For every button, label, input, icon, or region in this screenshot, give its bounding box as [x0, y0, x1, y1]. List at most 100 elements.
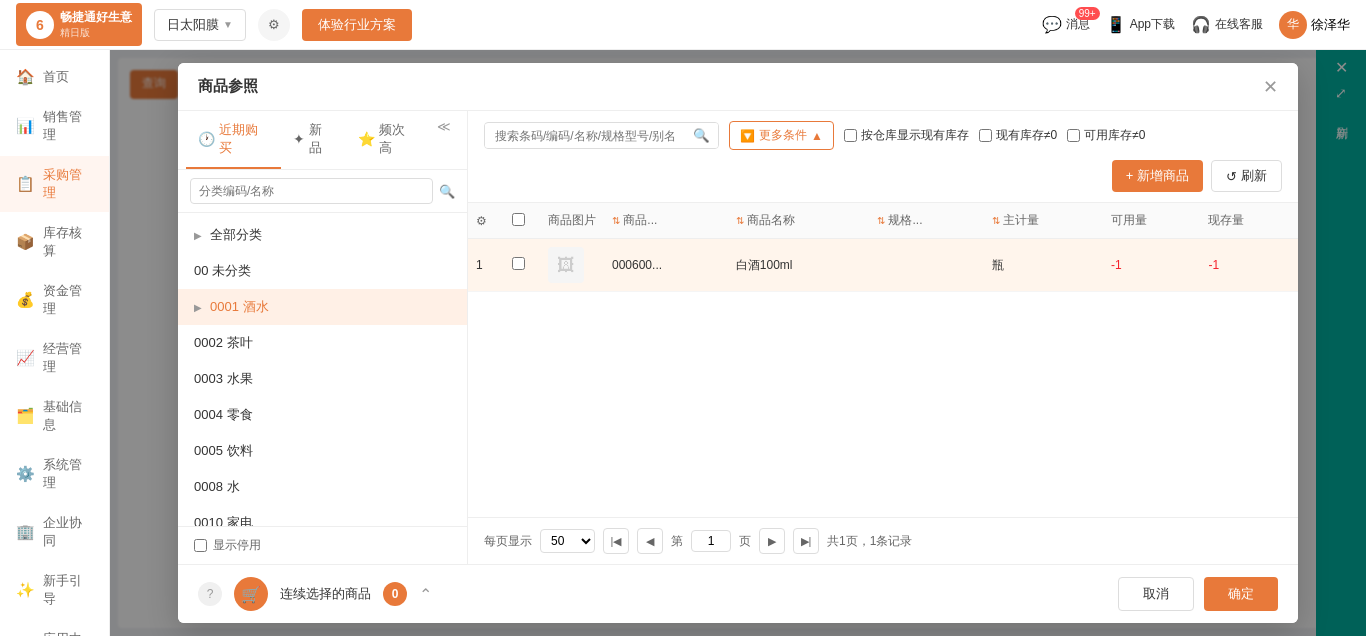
gear-icon[interactable]: ⚙ — [258, 9, 290, 41]
cat-item-0010[interactable]: 0010 家电 — [178, 505, 467, 526]
th-image: 商品图片 — [540, 203, 604, 239]
sidebar-item-label: 库存核算 — [43, 224, 93, 260]
row-name: 白酒100ml — [728, 239, 869, 292]
cat-item-all[interactable]: ▶ 全部分类 — [178, 217, 467, 253]
tab-new-product[interactable]: ✦ 新品 — [281, 111, 346, 169]
sidebar-item-label: 销售管理 — [43, 108, 93, 144]
username-label: 徐泽华 — [1311, 16, 1350, 34]
refresh-icon: ↺ — [1226, 169, 1237, 184]
th-spec[interactable]: ⇅ 规格... — [869, 203, 984, 239]
th-unit[interactable]: ⇅ 主计量 — [984, 203, 1103, 239]
stock-ne0-checkbox[interactable] — [979, 129, 992, 142]
user-info[interactable]: 华 徐泽华 — [1279, 11, 1350, 39]
sidebar-item-guide[interactable]: ✨ 新手引导 — [0, 562, 109, 618]
warehouse-stock-checkbox-label[interactable]: 按仓库显示现有库存 — [844, 127, 969, 144]
tab-recent-purchase[interactable]: 🕐 近期购买 — [186, 111, 281, 169]
table-row[interactable]: 1 🖼 000600... 白酒100ml — [468, 239, 1298, 292]
sidebar-item-purchase[interactable]: 📋 采购管理 — [0, 156, 109, 212]
sidebar-item-label: 资金管理 — [43, 282, 93, 318]
nav-dropdown[interactable]: 日太阳膜 ▼ — [154, 9, 246, 41]
cancel-button[interactable]: 取消 — [1118, 577, 1194, 611]
nav-dropdown-label: 日太阳膜 — [167, 16, 219, 34]
category-search-input[interactable] — [190, 178, 433, 204]
modal-header: 商品参照 ✕ — [178, 63, 1298, 111]
sidebar-item-enterprise[interactable]: 🏢 企业协同 — [0, 504, 109, 560]
inventory-icon: 📦 — [16, 233, 35, 251]
page-prev-button[interactable]: ◀ — [637, 528, 663, 554]
per-page-select[interactable]: 50 10 20 100 — [540, 529, 595, 553]
page-next-button[interactable]: ▶ — [759, 528, 785, 554]
cart-button[interactable]: 🛒 — [234, 577, 268, 611]
sidebar-item-basic[interactable]: 🗂️ 基础信息 — [0, 388, 109, 444]
th-settings[interactable]: ⚙ — [468, 203, 504, 239]
page-first-button[interactable]: |◀ — [603, 528, 629, 554]
th-name[interactable]: ⇅ 商品名称 — [728, 203, 869, 239]
sidebar-item-finance[interactable]: 💰 资金管理 — [0, 272, 109, 328]
cat-item-0004[interactable]: 0004 零食 — [178, 397, 467, 433]
footer-left: ? 🛒 连续选择的商品 0 ⌃ — [198, 577, 432, 611]
search-bar: 🔍 — [484, 122, 719, 149]
usable-ne0-checkbox-label[interactable]: 可用库存≠0 — [1067, 127, 1145, 144]
cat-item-0003[interactable]: 0003 水果 — [178, 361, 467, 397]
category-search: 🔍 — [178, 170, 467, 213]
filter-icon: 🔽 — [740, 129, 755, 143]
sidebar-item-home[interactable]: 🏠 首页 — [0, 58, 109, 96]
tab-frequent[interactable]: ⭐ 频次高 — [346, 111, 429, 169]
modal-footer: ? 🛒 连续选择的商品 0 ⌃ 取消 确定 — [178, 564, 1298, 623]
display-disabled-checkbox[interactable] — [194, 539, 207, 552]
pagination-bar: 每页显示 50 10 20 100 |◀ ◀ 第 页 — [468, 517, 1298, 564]
avatar: 华 — [1279, 11, 1307, 39]
select-all-checkbox[interactable] — [512, 213, 525, 226]
stock-ne0-checkbox-label[interactable]: 现有库存≠0 — [979, 127, 1057, 144]
experience-button[interactable]: 体验行业方案 — [302, 9, 412, 41]
modal-close-button[interactable]: ✕ — [1263, 78, 1278, 96]
app-download-item[interactable]: 📱 App下载 — [1106, 15, 1175, 34]
sidebar-item-label: 首页 — [43, 68, 69, 86]
refresh-button[interactable]: ↺ 刷新 — [1211, 160, 1282, 192]
page-last-button[interactable]: ▶| — [793, 528, 819, 554]
help-icon[interactable]: ? — [198, 582, 222, 606]
message-icon[interactable]: 💬 99+ 消息 — [1042, 15, 1090, 34]
sort-name-icon: ⇅ — [736, 215, 744, 226]
sidebar-item-label: 采购管理 — [43, 166, 93, 202]
cat-item-0002[interactable]: 0002 茶叶 — [178, 325, 467, 361]
usable-ne0-checkbox[interactable] — [1067, 129, 1080, 142]
product-toolbar: 🔍 🔽 更多条件 ▲ 按仓库显示现有库存 — [468, 111, 1298, 203]
row-stock: -1 — [1200, 239, 1298, 292]
row-code: 000600... — [604, 239, 728, 292]
confirm-button[interactable]: 确定 — [1204, 577, 1278, 611]
more-filters-button[interactable]: 🔽 更多条件 ▲ — [729, 121, 834, 150]
tab-new-label: 新品 — [309, 121, 334, 157]
collapse-footer-button[interactable]: ⌃ — [419, 585, 432, 604]
online-service-item[interactable]: 🎧 在线客服 — [1191, 15, 1263, 34]
add-product-button[interactable]: + 新增商品 — [1112, 160, 1203, 192]
cat-item-0001[interactable]: ▶ 0001 酒水 — [178, 289, 467, 325]
sidebar-item-system[interactable]: ⚙️ 系统管理 — [0, 446, 109, 502]
logo[interactable]: 6 畅捷通好生意 精日版 — [16, 3, 142, 46]
product-search-input[interactable] — [485, 124, 685, 148]
product-thumbnail: 🖼 — [548, 247, 584, 283]
row-checkbox[interactable] — [512, 257, 525, 270]
product-reference-modal: 商品参照 ✕ 🕐 近期购买 ✦ — [178, 63, 1298, 623]
cat-item-0008[interactable]: 0008 水 — [178, 469, 467, 505]
cat-item-00[interactable]: 00 未分类 — [178, 253, 467, 289]
row-no: 1 — [468, 239, 504, 292]
warehouse-stock-checkbox[interactable] — [844, 129, 857, 142]
th-code[interactable]: ⇅ 商品... — [604, 203, 728, 239]
sidebar-item-inventory[interactable]: 📦 库存核算 — [0, 214, 109, 270]
sort-spec-icon: ⇅ — [877, 215, 885, 226]
product-search-button[interactable]: 🔍 — [685, 123, 718, 148]
modal-title: 商品参照 — [198, 77, 258, 96]
sidebar-item-sales[interactable]: 📊 销售管理 — [0, 98, 109, 154]
category-search-button[interactable]: 🔍 — [439, 184, 455, 199]
sidebar-item-apps[interactable]: 📱 应用中心 — [0, 620, 109, 636]
page-total-label: 共1页，1条记录 — [827, 533, 912, 550]
cat-item-0005[interactable]: 0005 饮料 — [178, 433, 467, 469]
row-check[interactable] — [504, 239, 540, 292]
page-number-input[interactable] — [691, 530, 731, 552]
online-service-label: 在线客服 — [1215, 16, 1263, 33]
sidebar-item-business[interactable]: 📈 经营管理 — [0, 330, 109, 386]
display-disabled-row: 显示停用 — [178, 526, 467, 564]
collapse-category-button[interactable]: ≪ — [429, 111, 459, 169]
toolbar-right: + 新增商品 ↺ 刷新 — [1112, 160, 1282, 192]
